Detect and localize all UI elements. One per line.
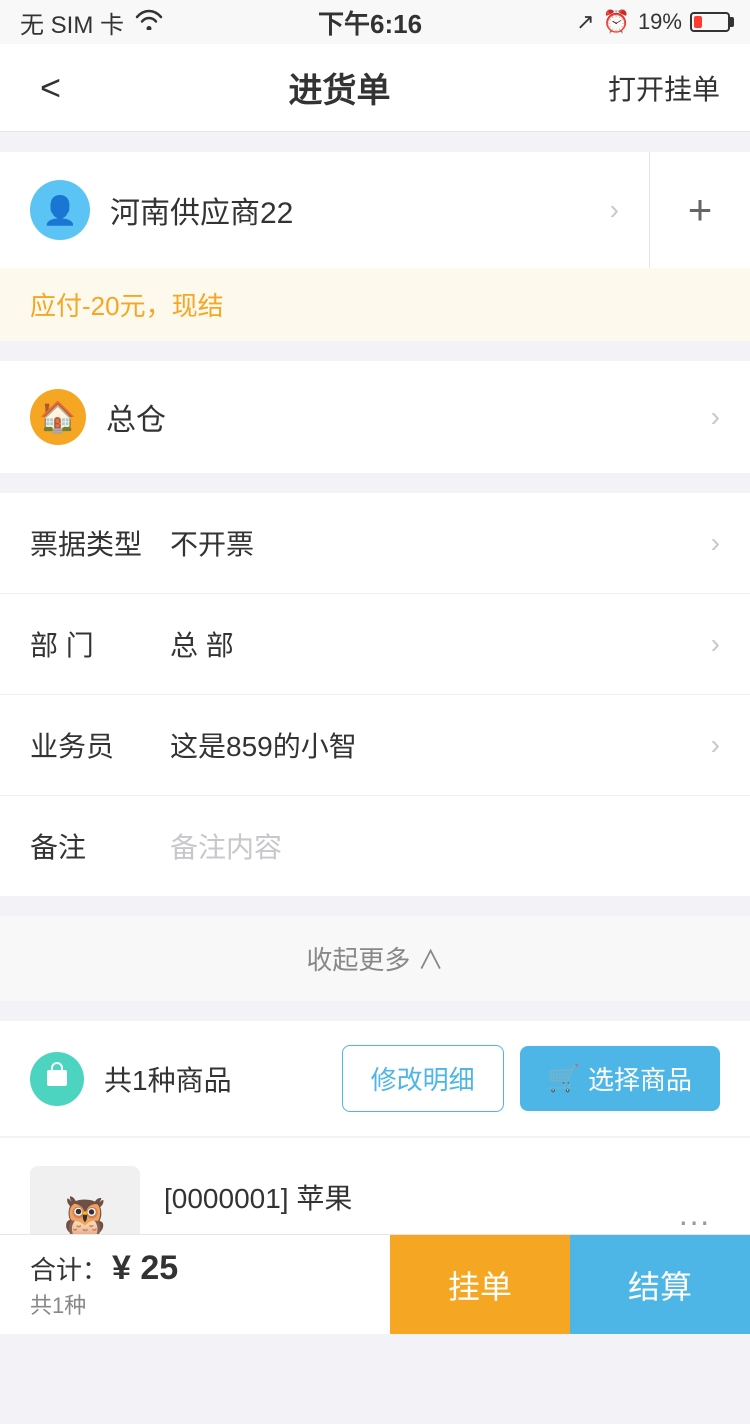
status-time: 下午6:16 bbox=[318, 4, 422, 41]
products-count: 共1种商品 bbox=[104, 1059, 342, 1099]
salesperson-value: 这是859的小智 bbox=[150, 725, 711, 765]
chevron-right-icon: › bbox=[711, 729, 720, 761]
ticket-type-value: 不开票 bbox=[150, 523, 711, 563]
products-header: 共1种商品 修改明细 🛒 选择商品 bbox=[0, 1021, 750, 1136]
hint-text: 应付-20元，现结 bbox=[30, 291, 224, 321]
carrier-text: 无 SIM 卡 bbox=[20, 5, 124, 40]
hang-button[interactable]: 挂单 bbox=[390, 1235, 570, 1334]
products-icon bbox=[30, 1052, 84, 1106]
department-label: 部 门 bbox=[30, 624, 150, 664]
status-bar: 无 SIM 卡 下午6:16 ↗ ⏰ 19% bbox=[0, 0, 750, 44]
wifi-icon bbox=[134, 8, 164, 37]
form-section: 票据类型 不开票 › 部 门 总 部 › 业务员 这是859的小智 › 备注 备… bbox=[0, 493, 750, 896]
battery-percent: 19% bbox=[638, 9, 682, 35]
supplier-selector[interactable]: 👤 河南供应商22 › bbox=[0, 152, 650, 268]
location-icon: ↗ bbox=[576, 9, 594, 35]
bag-icon bbox=[42, 1060, 72, 1097]
supplier-name: 河南供应商22 bbox=[110, 188, 610, 232]
modify-detail-button[interactable]: 修改明细 bbox=[342, 1045, 504, 1112]
select-product-button[interactable]: 🛒 选择商品 bbox=[520, 1046, 720, 1111]
page-title: 进货单 bbox=[289, 63, 391, 112]
ticket-type-label: 票据类型 bbox=[30, 523, 150, 563]
status-carrier: 无 SIM 卡 bbox=[20, 5, 164, 40]
settle-button[interactable]: 结算 bbox=[570, 1235, 750, 1334]
salesperson-label: 业务员 bbox=[30, 725, 150, 765]
total-label: 合计： bbox=[30, 1250, 108, 1287]
chevron-right-icon: › bbox=[711, 401, 720, 433]
chevron-right-icon: › bbox=[610, 194, 619, 226]
collapse-bar[interactable]: 收起更多 ∧ bbox=[0, 916, 750, 1001]
hint-banner: 应付-20元，现结 bbox=[0, 268, 750, 341]
total-amount: ¥ 25 bbox=[112, 1249, 178, 1288]
battery-icon bbox=[690, 12, 730, 32]
bottom-bar: 合计： ¥ 25 共1种 挂单 结算 bbox=[0, 1234, 750, 1334]
status-icons: ↗ ⏰ 19% bbox=[576, 9, 730, 35]
product-name: [0000001] 苹果 bbox=[164, 1177, 668, 1217]
ticket-type-row[interactable]: 票据类型 不开票 › bbox=[0, 493, 750, 594]
salesperson-row[interactable]: 业务员 这是859的小智 › bbox=[0, 695, 750, 796]
warehouse-icon: 🏠 bbox=[30, 389, 86, 445]
open-hang-button[interactable]: 打开挂单 bbox=[608, 68, 720, 108]
back-button[interactable]: < bbox=[30, 57, 71, 119]
supplier-avatar: 👤 bbox=[30, 180, 90, 240]
nav-bar: < 进货单 打开挂单 bbox=[0, 44, 750, 132]
chevron-right-icon: › bbox=[711, 628, 720, 660]
house-icon: 🏠 bbox=[39, 400, 76, 435]
supplier-section: 👤 河南供应商22 › + bbox=[0, 152, 750, 268]
warehouse-section[interactable]: 🏠 总仓 › bbox=[0, 361, 750, 473]
collapse-label: 收起更多 ∧ bbox=[306, 940, 443, 977]
add-supplier-button[interactable]: + bbox=[650, 152, 750, 268]
remark-value: 备注内容 bbox=[150, 826, 720, 866]
remark-label: 备注 bbox=[30, 826, 150, 866]
department-row[interactable]: 部 门 总 部 › bbox=[0, 594, 750, 695]
avatar-icon: 👤 bbox=[43, 194, 78, 227]
cart-icon: 🛒 bbox=[548, 1063, 580, 1094]
remark-row[interactable]: 备注 备注内容 bbox=[0, 796, 750, 896]
select-product-label: 选择商品 bbox=[588, 1060, 692, 1097]
department-value: 总 部 bbox=[150, 624, 711, 664]
total-section: 合计： ¥ 25 共1种 bbox=[0, 1235, 390, 1334]
alarm-icon: ⏰ bbox=[603, 9, 630, 35]
total-count: 共1种 bbox=[30, 1288, 360, 1320]
chevron-right-icon: › bbox=[711, 527, 720, 559]
warehouse-name: 总仓 bbox=[106, 395, 711, 439]
